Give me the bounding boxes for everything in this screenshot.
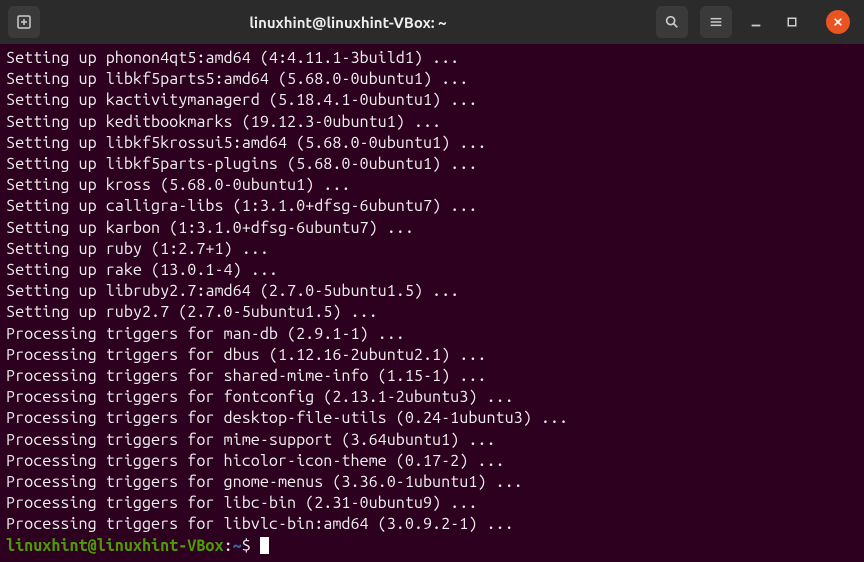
menu-button[interactable] [700, 6, 732, 38]
output-line: Processing triggers for shared-mime-info… [6, 366, 858, 387]
output-line: Processing triggers for dbus (1.12.16-2u… [6, 345, 858, 366]
output-line: Setting up calligra-libs (1:3.1.0+dfsg-6… [6, 196, 858, 217]
output-line: Setting up rake (13.0.1-4) ... [6, 260, 858, 281]
prompt-line: linuxhint@linuxhint-VBox:~$ [6, 536, 858, 557]
terminal-body[interactable]: Setting up phonon4qt5:amd64 (4:4.11.1-3b… [0, 44, 864, 562]
output-line: Setting up libruby2.7:amd64 (2.7.0-5ubun… [6, 281, 858, 302]
prompt-colon: : [224, 537, 233, 555]
output-line: Setting up kactivitymanagerd (5.18.4.1-0… [6, 90, 858, 111]
window-title: linuxhint@linuxhint-VBox: ~ [48, 14, 648, 31]
search-icon [664, 14, 680, 30]
prompt-path: ~ [233, 537, 242, 555]
cursor [260, 537, 269, 554]
maximize-icon [786, 16, 798, 28]
output-line: Processing triggers for man-db (2.9.1-1)… [6, 324, 858, 345]
output-line: Processing triggers for gnome-menus (3.3… [6, 472, 858, 493]
output-line: Processing triggers for mime-support (3.… [6, 430, 858, 451]
close-button[interactable] [826, 10, 850, 34]
search-button[interactable] [656, 6, 688, 38]
hamburger-icon [708, 14, 724, 30]
output-line: Setting up libkf5krossui5:amd64 (5.68.0-… [6, 133, 858, 154]
close-icon [833, 17, 843, 27]
new-tab-icon [15, 13, 33, 31]
output-line: Setting up libkf5parts5:amd64 (5.68.0-0u… [6, 69, 858, 90]
prompt-symbol: $ [242, 537, 251, 555]
output-line: Setting up ruby (1:2.7+1) ... [6, 239, 858, 260]
output-line: Setting up ruby2.7 (2.7.0-5ubuntu1.5) ..… [6, 302, 858, 323]
maximize-button[interactable] [780, 10, 804, 34]
output-line: Processing triggers for libvlc-bin:amd64… [6, 514, 858, 535]
terminal-window: linuxhint@linuxhint-VBox: ~ [0, 0, 864, 562]
output-line: Processing triggers for fontconfig (2.13… [6, 387, 858, 408]
minimize-icon [749, 15, 763, 29]
output-line: Setting up libkf5parts-plugins (5.68.0-0… [6, 154, 858, 175]
output-line: Processing triggers for libc-bin (2.31-0… [6, 493, 858, 514]
output-line: Setting up phonon4qt5:amd64 (4:4.11.1-3b… [6, 48, 858, 69]
output-line: Setting up kross (5.68.0-0ubuntu1) ... [6, 175, 858, 196]
new-tab-button[interactable] [8, 6, 40, 38]
output-line: Processing triggers for desktop-file-uti… [6, 408, 858, 429]
output-line: Processing triggers for hicolor-icon-the… [6, 451, 858, 472]
minimize-button[interactable] [744, 10, 768, 34]
output-line: Setting up karbon (1:3.1.0+dfsg-6ubuntu7… [6, 218, 858, 239]
titlebar: linuxhint@linuxhint-VBox: ~ [0, 0, 864, 44]
titlebar-right [656, 6, 856, 38]
output-line: Setting up keditbookmarks (19.12.3-0ubun… [6, 112, 858, 133]
prompt-user-host: linuxhint@linuxhint-VBox [6, 537, 224, 555]
